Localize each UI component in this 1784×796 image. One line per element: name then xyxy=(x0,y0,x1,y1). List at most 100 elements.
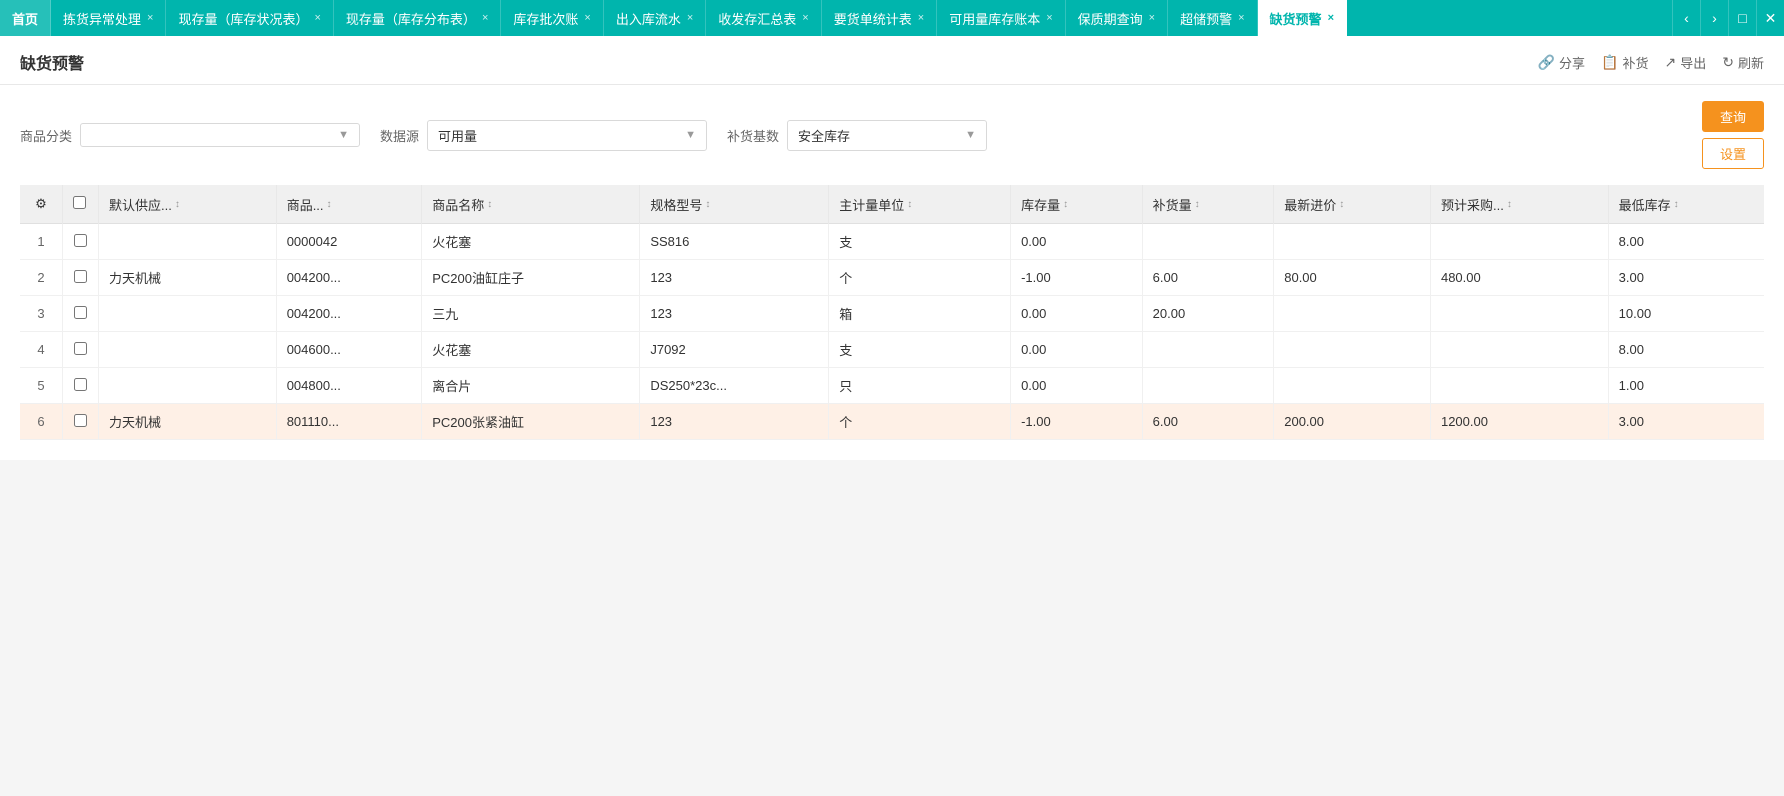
page-container: 缺货预警 🔗 分享 📋 补货 ↗ 导出 ↻ 刷新 商品分类 xyxy=(0,36,1784,460)
nav-next-btn[interactable]: › xyxy=(1700,0,1728,36)
settings-button[interactable]: 设置 xyxy=(1702,138,1764,169)
nav-tab-5[interactable]: 出入库流水× xyxy=(604,0,706,36)
row-supplier-5 xyxy=(99,368,277,404)
nav-tab-2[interactable]: 现存量（库存状况表）× xyxy=(166,0,333,36)
row-checkbox-3[interactable] xyxy=(74,306,87,319)
th-latest-price[interactable]: 最新进价 ↕ xyxy=(1274,185,1431,224)
row-stock-3: 0.00 xyxy=(1011,296,1143,332)
category-label: 商品分类 xyxy=(20,126,72,145)
datasource-filter-group: 数据源 可用量 ▼ xyxy=(380,120,707,151)
tab-close-btn-5[interactable]: × xyxy=(687,12,693,24)
th-unit[interactable]: 主计量单位 ↕ xyxy=(829,185,1011,224)
row-estimated-5 xyxy=(1430,368,1608,404)
th-gear: ⚙ xyxy=(20,185,63,224)
row-spec-1: SS816 xyxy=(640,224,829,260)
nav-tab-10[interactable]: 超储预警× xyxy=(1168,0,1257,36)
th-estimated-sort: ↕ xyxy=(1507,199,1512,210)
query-button[interactable]: 查询 xyxy=(1702,101,1764,132)
row-stock-4: 0.00 xyxy=(1011,332,1143,368)
tab-close-btn-10[interactable]: × xyxy=(1238,12,1244,24)
row-checkbox-cell-4 xyxy=(63,332,99,368)
row-unit-5: 只 xyxy=(829,368,1011,404)
th-code-label: 商品... xyxy=(287,195,324,214)
th-code[interactable]: 商品... ↕ xyxy=(276,185,422,224)
share-icon: 🔗 xyxy=(1538,54,1555,71)
nav-tab-1[interactable]: 拣货异常处理× xyxy=(51,0,166,36)
tab-close-btn-8[interactable]: × xyxy=(1046,12,1052,24)
nav-close-btn[interactable]: ✕ xyxy=(1756,0,1784,36)
datasource-label: 数据源 xyxy=(380,126,419,145)
nav-tab-11[interactable]: 缺货预警× xyxy=(1258,0,1347,36)
row-checkbox-cell-5 xyxy=(63,368,99,404)
nav-restore-btn[interactable]: □ xyxy=(1728,0,1756,36)
th-unit-label: 主计量单位 xyxy=(839,195,904,214)
export-button[interactable]: ↗ 导出 xyxy=(1665,53,1707,72)
nav-tab-4[interactable]: 库存批次账× xyxy=(501,0,603,36)
row-checkbox-1[interactable] xyxy=(74,234,87,247)
row-unit-1: 支 xyxy=(829,224,1011,260)
row-estimated-3 xyxy=(1430,296,1608,332)
th-name[interactable]: 商品名称 ↕ xyxy=(422,185,640,224)
nav-tab-0[interactable]: 首页 xyxy=(0,0,51,36)
tab-close-btn-6[interactable]: × xyxy=(802,12,808,24)
th-spec-label: 规格型号 xyxy=(650,195,702,214)
row-checkbox-4[interactable] xyxy=(74,342,87,355)
replenish-select[interactable]: 安全库存 ▼ xyxy=(787,120,987,151)
row-stock-2: -1.00 xyxy=(1011,260,1143,296)
row-latest-price-1 xyxy=(1274,224,1431,260)
row-spec-5: DS250*23c... xyxy=(640,368,829,404)
th-stock-sort: ↕ xyxy=(1063,199,1068,210)
tab-close-btn-3[interactable]: × xyxy=(482,12,488,24)
row-name-4: 火花塞 xyxy=(422,332,640,368)
table-container: ⚙ 默认供应... ↕ 商品... ↕ xyxy=(0,185,1784,460)
category-filter-group: 商品分类 ▼ xyxy=(20,123,360,147)
tab-close-btn-11[interactable]: × xyxy=(1328,12,1334,24)
row-min-stock-1: 8.00 xyxy=(1608,224,1764,260)
row-supplier-1 xyxy=(99,224,277,260)
row-code-3: 004200... xyxy=(276,296,422,332)
row-spec-6: 123 xyxy=(640,404,829,440)
nav-prev-btn[interactable]: ‹ xyxy=(1672,0,1700,36)
row-unit-2: 个 xyxy=(829,260,1011,296)
th-unit-sort: ↕ xyxy=(907,199,912,210)
row-unit-4: 支 xyxy=(829,332,1011,368)
nav-tab-3[interactable]: 现存量（库存分布表）× xyxy=(334,0,501,36)
share-button[interactable]: 🔗 分享 xyxy=(1538,53,1585,72)
table-row: 6 力天机械 801110... PC200张紧油缸 123 个 -1.00 6… xyxy=(20,404,1764,440)
th-replenish[interactable]: 补货量 ↕ xyxy=(1142,185,1274,224)
row-supplier-3 xyxy=(99,296,277,332)
nav-tab-7[interactable]: 要货单统计表× xyxy=(822,0,937,36)
tab-close-btn-1[interactable]: × xyxy=(147,12,153,24)
tab-close-btn-4[interactable]: × xyxy=(584,12,590,24)
tab-close-btn-7[interactable]: × xyxy=(918,12,924,24)
select-all-checkbox[interactable] xyxy=(73,196,86,209)
datasource-select[interactable]: 可用量 ▼ xyxy=(427,120,707,151)
row-checkbox-5[interactable] xyxy=(74,378,87,391)
nav-tab-9[interactable]: 保质期查询× xyxy=(1066,0,1168,36)
table-body: 1 0000042 火花塞 SS816 支 0.00 8.00 2 力天机械 0… xyxy=(20,224,1764,440)
tab-close-btn-9[interactable]: × xyxy=(1149,12,1155,24)
th-supplier[interactable]: 默认供应... ↕ xyxy=(99,185,277,224)
nav-tab-8[interactable]: 可用量库存账本× xyxy=(937,0,1065,36)
category-select[interactable]: ▼ xyxy=(80,123,360,147)
th-stock[interactable]: 库存量 ↕ xyxy=(1011,185,1143,224)
row-num-1: 1 xyxy=(20,224,63,260)
table-settings-gear[interactable]: ⚙ xyxy=(30,193,52,215)
row-code-4: 004600... xyxy=(276,332,422,368)
row-estimated-4 xyxy=(1430,332,1608,368)
refresh-button[interactable]: ↻ 刷新 xyxy=(1722,53,1764,72)
row-checkbox-6[interactable] xyxy=(74,414,87,427)
datasource-dropdown-arrow: ▼ xyxy=(685,129,696,141)
th-replenish-label: 补货量 xyxy=(1153,195,1192,214)
row-num-6: 6 xyxy=(20,404,63,440)
replenish-button[interactable]: 📋 补货 xyxy=(1601,53,1648,72)
tab-close-btn-2[interactable]: × xyxy=(314,12,320,24)
th-min-stock[interactable]: 最低库存 ↕ xyxy=(1608,185,1764,224)
nav-tab-6[interactable]: 收发存汇总表× xyxy=(706,0,821,36)
th-estimated[interactable]: 预计采购... ↕ xyxy=(1430,185,1608,224)
row-unit-6: 个 xyxy=(829,404,1011,440)
row-checkbox-2[interactable] xyxy=(74,270,87,283)
row-supplier-6: 力天机械 xyxy=(99,404,277,440)
th-spec[interactable]: 规格型号 ↕ xyxy=(640,185,829,224)
row-spec-4: J7092 xyxy=(640,332,829,368)
